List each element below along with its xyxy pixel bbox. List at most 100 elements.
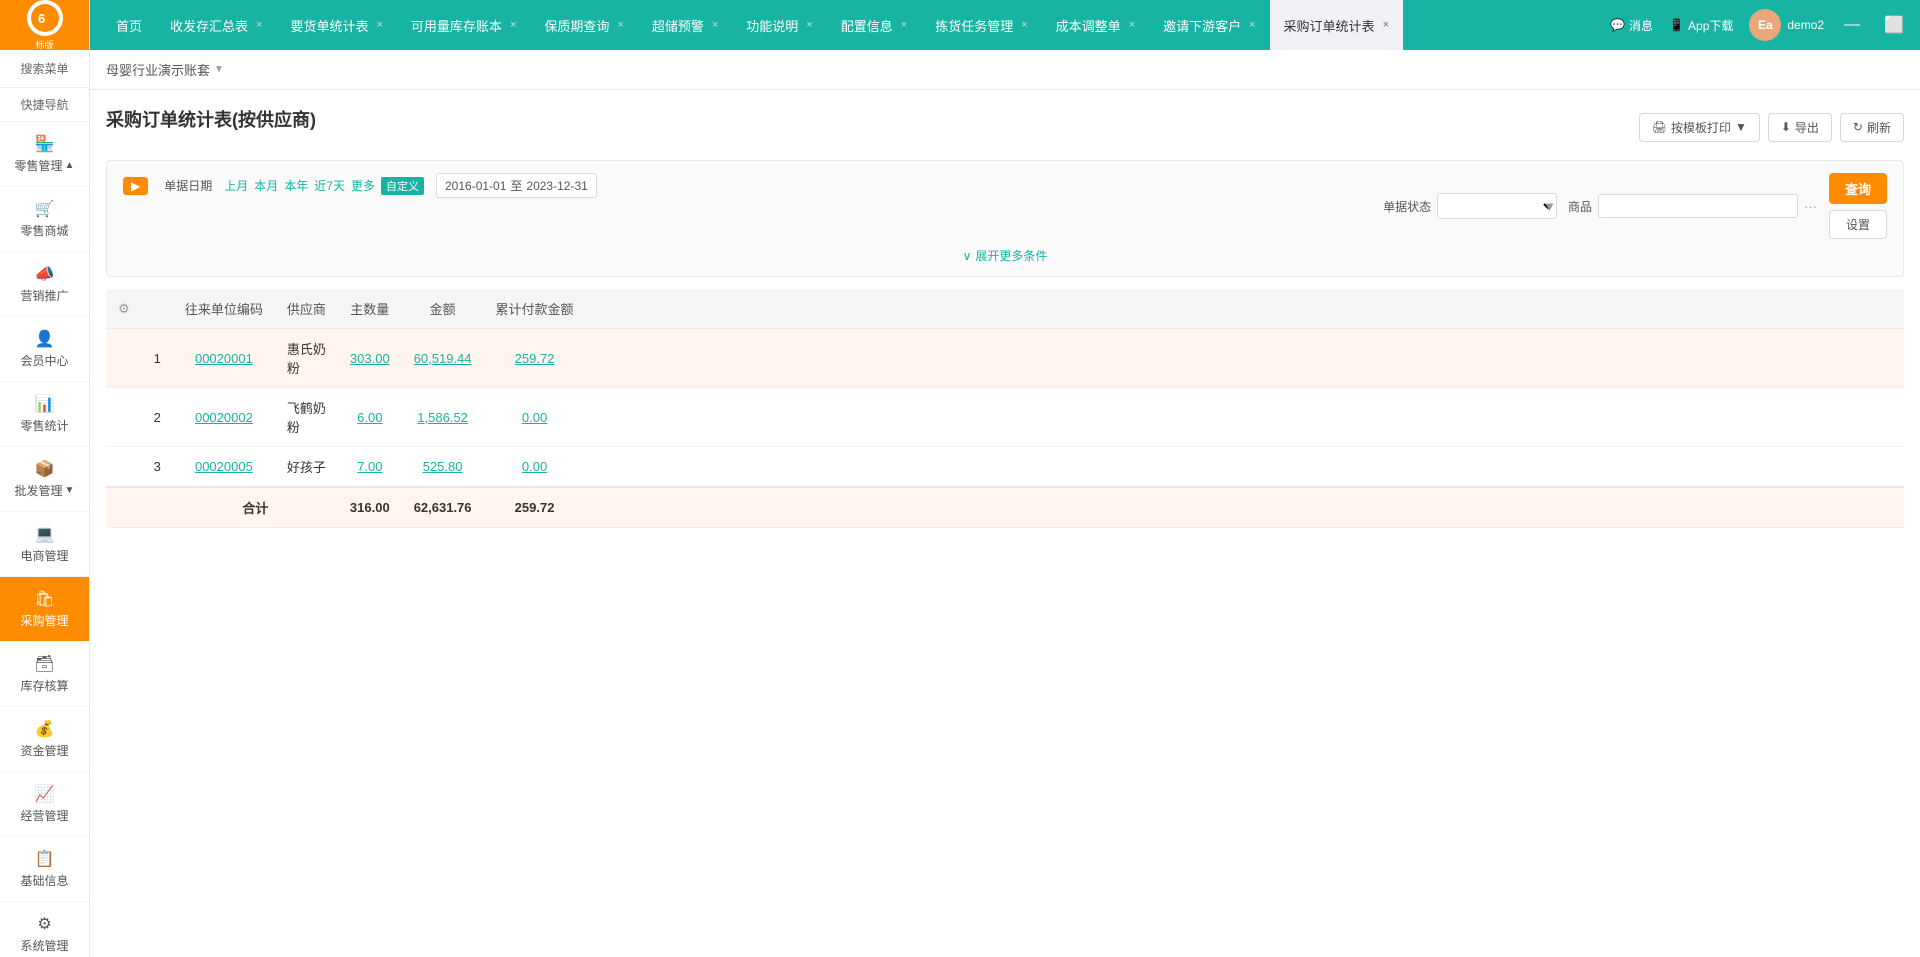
row-settings-cell <box>106 447 142 488</box>
sidebar-item-wholesale-mgmt[interactable]: 📦 批发管理 ▼ <box>0 447 89 512</box>
sidebar-item-system-mgmt-label: 系统管理 <box>20 937 68 954</box>
nav-expiry-query-close[interactable]: × <box>617 19 623 31</box>
export-button[interactable]: ⬇ 导出 <box>1768 113 1832 142</box>
maximize-window-btn[interactable]: ⬜ <box>1880 11 1908 39</box>
nav-usable-inventory-close[interactable]: × <box>510 19 516 31</box>
nav-function-desc[interactable]: 功能说明 × <box>732 0 826 50</box>
footer-main-qty-cell: 316.00 <box>338 487 402 528</box>
table-col-supplier: 供应商 <box>275 289 338 329</box>
row-extra-cell <box>586 388 1904 447</box>
nav-expiry-query[interactable]: 保质期查询 × <box>530 0 637 50</box>
footer-label-cell: 合计 <box>173 487 338 528</box>
nav-invite-downstream-label: 邀请下游客户 <box>1163 16 1241 35</box>
table-row: 2 00020002 飞鹤奶粉 6.00 1,586.52 0.00 <box>106 388 1904 447</box>
table-col-settings[interactable]: ⚙ <box>106 289 142 329</box>
sidebar-item-finance[interactable]: 💰 资金管理 <box>0 707 89 772</box>
print-dropdown-icon: ▼ <box>1735 120 1747 134</box>
sidebar-item-inventory[interactable]: 🗃 库存核算 <box>0 642 89 707</box>
svg-text:6: 6 <box>38 11 45 26</box>
refresh-button[interactable]: ↻ 刷新 <box>1840 113 1904 142</box>
print-button[interactable]: 🖨 按模板打印 ▼ <box>1639 113 1760 142</box>
app-download-btn[interactable]: 📱 App下载 <box>1669 17 1733 34</box>
nav-home[interactable]: 首页 <box>102 0 156 50</box>
nav-collect-summary-close[interactable]: × <box>256 19 262 31</box>
row-num-cell: 2 <box>142 388 173 447</box>
user-avatar[interactable]: Ea demo2 <box>1749 9 1824 41</box>
nav-purchase-order-stats-close[interactable]: × <box>1383 19 1389 31</box>
expand-more-button[interactable]: ∨ 展开更多条件 <box>963 247 1048 264</box>
marketing-icon: 📣 <box>35 264 55 284</box>
top-nav-bar: 首页 收发存汇总表 × 要货单统计表 × 可用量库存账本 × 保质期查询 × 超… <box>90 0 1920 50</box>
close-window-btn[interactable]: — <box>1840 12 1864 38</box>
sidebar-item-system-mgmt[interactable]: ⚙ 系统管理 <box>0 902 89 957</box>
username-label: demo2 <box>1787 18 1824 32</box>
shortcut-7-days[interactable]: 近7天 <box>314 177 345 194</box>
nav-pickup-task-close[interactable]: × <box>1021 19 1027 31</box>
export-label: 导出 <box>1795 119 1819 136</box>
nav-cost-adjust-close[interactable]: × <box>1129 19 1135 31</box>
query-button[interactable]: 查询 <box>1829 173 1887 204</box>
row-unit-code-cell: 00020001 <box>173 329 275 388</box>
page-content: 采购订单统计表(按供应商) 🖨 按模板打印 ▼ ⬇ 导出 ↻ 刷新 <box>90 90 1920 957</box>
sidebar-search-section[interactable]: 搜索菜单 <box>0 50 89 88</box>
print-icon: 🖨 <box>1652 120 1667 134</box>
nav-order-stats[interactable]: 要货单统计表 × <box>276 0 396 50</box>
sidebar-item-marketing[interactable]: 📣 营销推广 <box>0 252 89 317</box>
nav-collect-summary-label: 收发存汇总表 <box>170 16 248 35</box>
message-btn[interactable]: 💬 消息 <box>1610 17 1653 34</box>
goods-filter-label: 商品 <box>1568 198 1592 215</box>
workspace-selector[interactable]: 母婴行业演示账套 ▼ <box>106 60 224 79</box>
row-num-cell: 3 <box>142 447 173 488</box>
sidebar-item-retail-stats[interactable]: 📊 零售统计 <box>0 382 89 447</box>
message-label: 消息 <box>1629 17 1653 34</box>
nav-invite-downstream[interactable]: 邀请下游客户 × <box>1149 0 1269 50</box>
sidebar-item-retail-mall[interactable]: 🛒 零售商城 <box>0 187 89 252</box>
refresh-icon: ↻ <box>1853 120 1863 134</box>
nav-pickup-task[interactable]: 拣货任务管理 × <box>921 0 1041 50</box>
status-select[interactable] <box>1437 193 1557 219</box>
filter-toggle-button[interactable]: ▶ <box>123 177 148 195</box>
shortcut-this-year[interactable]: 本年 <box>284 177 308 194</box>
nav-cost-adjust[interactable]: 成本调整单 × <box>1042 0 1149 50</box>
search-menu-label[interactable]: 搜索菜单 <box>8 60 81 77</box>
table-footer-row: 合计 316.00 62,631.76 259.72 <box>106 487 1904 528</box>
ecommerce-mgmt-icon: 💻 <box>35 524 55 544</box>
footer-rownum-cell <box>142 487 173 528</box>
row-supplier-cell: 惠氏奶粉 <box>275 329 338 388</box>
nav-overstock-warning-close[interactable]: × <box>712 19 718 31</box>
chevron-down-expand-icon: ∨ <box>963 249 972 263</box>
nav-invite-downstream-close[interactable]: × <box>1249 19 1255 31</box>
nav-config-info-label: 配置信息 <box>841 16 893 35</box>
nav-overstock-warning[interactable]: 超储预警 × <box>638 0 732 50</box>
sidebar-item-member-center[interactable]: 👤 会员中心 <box>0 317 89 382</box>
nav-order-stats-close[interactable]: × <box>376 19 382 31</box>
nav-purchase-order-stats[interactable]: 采购订单统计表 × <box>1270 0 1403 50</box>
nav-function-desc-close[interactable]: × <box>806 19 812 31</box>
sidebar-logo[interactable]: 6 标版 <box>0 0 89 50</box>
settings-button[interactable]: 设置 <box>1829 210 1887 239</box>
quick-nav-section[interactable]: 快捷导航 <box>0 88 89 122</box>
shortcut-this-month[interactable]: 本月 <box>254 177 278 194</box>
sidebar-item-ecommerce-mgmt[interactable]: 💻 电商管理 <box>0 512 89 577</box>
shortcut-more[interactable]: 更多 <box>351 177 375 194</box>
goods-more-icon[interactable]: ··· <box>1804 199 1817 214</box>
row-unit-code-cell: 00020002 <box>173 388 275 447</box>
main-table: ⚙ 往来单位编码 供应商 主数量 金额 累计付款金额 1 00020001 <box>106 289 1904 528</box>
shortcut-last-month[interactable]: 上月 <box>224 177 248 194</box>
sidebar-item-basic-info[interactable]: 📋 基础信息 <box>0 837 89 902</box>
nav-config-info-close[interactable]: × <box>901 19 907 31</box>
quick-nav-label[interactable]: 快捷导航 <box>20 98 68 112</box>
sidebar-item-purchase-mgmt[interactable]: 🛍 采购管理 <box>0 577 89 642</box>
sidebar-item-retail-mgmt[interactable]: 🏪 零售管理 ▲ <box>0 122 89 187</box>
table-container: ⚙ 往来单位编码 供应商 主数量 金额 累计付款金额 1 00020001 <box>106 289 1904 941</box>
sidebar-item-operations[interactable]: 📈 经营管理 <box>0 772 89 837</box>
goods-input[interactable] <box>1598 194 1798 218</box>
nav-config-info[interactable]: 配置信息 × <box>827 0 921 50</box>
row-amount-cell: 60,519.44 <box>402 329 484 388</box>
avatar: Ea <box>1749 9 1781 41</box>
nav-collect-summary[interactable]: 收发存汇总表 × <box>156 0 276 50</box>
nav-usable-inventory[interactable]: 可用量库存账本 × <box>397 0 530 50</box>
date-range-input[interactable]: 2016-01-01 至 2023-12-31 <box>436 173 597 198</box>
row-extra-cell <box>586 329 1904 388</box>
date-filter-label: 单据日期 <box>164 177 212 194</box>
